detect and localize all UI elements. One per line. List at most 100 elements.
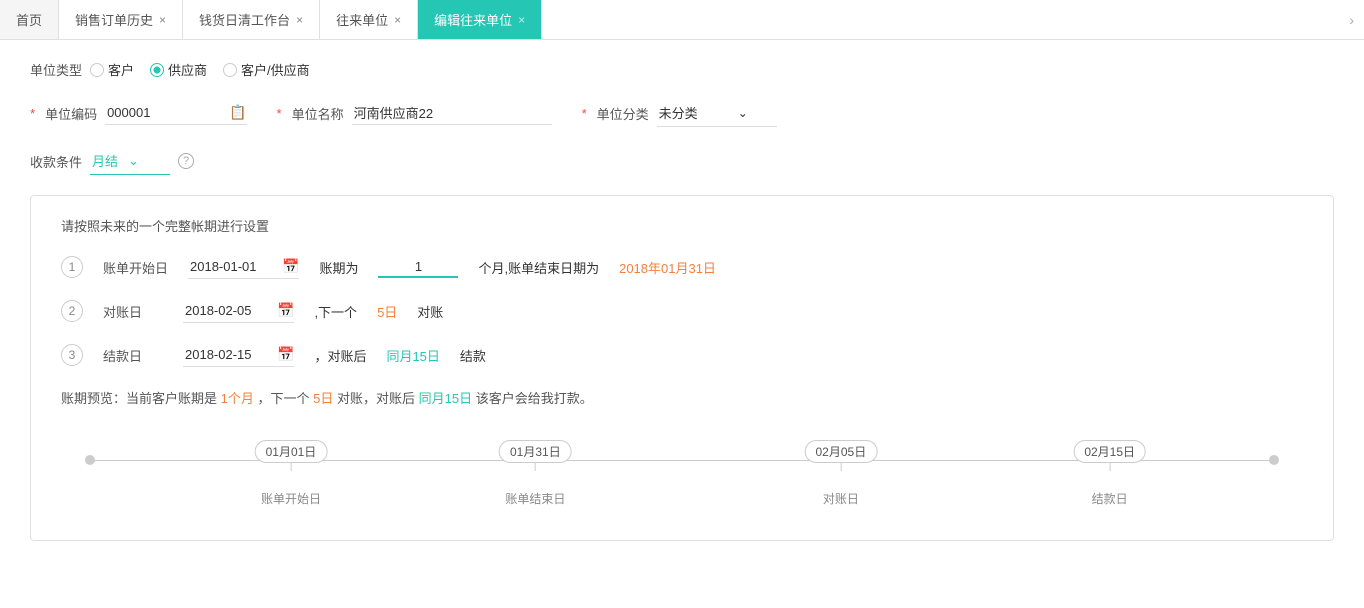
unit-code-input-wrapper: 📋 [105, 101, 246, 125]
collection-condition-chevron-icon: ⌄ [128, 153, 139, 169]
timeline-labels: 账单开始日 账单结束日 对账日 结款日 [71, 490, 1293, 510]
step1-period-prefix: 账期为 [319, 258, 358, 277]
collection-condition-field: 收款条件 月结 ⌄ ? [30, 147, 194, 175]
timeline-node-3-tick [840, 463, 841, 471]
radio-customer[interactable]: 客户 [90, 60, 134, 79]
summary-highlight3: 同月15日 [419, 391, 472, 406]
tab-partner-units[interactable]: 往来单位 × [320, 0, 418, 39]
tab-arrow-icon[interactable]: › [1339, 0, 1364, 39]
tab-home-label: 首页 [16, 10, 42, 29]
tab-partner-label: 往来单位 [336, 10, 388, 29]
unit-category-field: * 单位分类 未分类 ⌄ [582, 99, 777, 127]
tab-cash-label: 钱货日清工作台 [199, 10, 290, 29]
timeline-label-4: 结款日 [1092, 490, 1128, 507]
timeline-section: 01月01日 01月31日 02月05日 02月15日 [61, 440, 1303, 510]
settings-card: 请按照未来的一个完整帐期进行设置 1 账单开始日 📅 账期为 个月,账单结束日期… [30, 195, 1334, 541]
step2-date-input[interactable] [183, 299, 273, 322]
copy-icon[interactable]: 📋 [229, 104, 246, 121]
summary-highlight2: 5日 [313, 391, 333, 406]
tab-cash-reconciliation[interactable]: 钱货日清工作台 × [183, 0, 320, 39]
timeline-node-4-bubble: 02月15日 [1073, 440, 1146, 463]
step3-date-input[interactable] [183, 343, 273, 366]
step-label-3: 结款日 [103, 346, 163, 365]
timeline-left-dot [85, 455, 95, 465]
step2-highlight: 5日 [377, 302, 397, 321]
card-instruction: 请按照未来的一个完整帐期进行设置 [61, 216, 1303, 235]
timeline-track: 01月01日 01月31日 02月05日 02月15日 [71, 440, 1293, 490]
tab-edit-partner-label: 编辑往来单位 [434, 10, 512, 29]
collection-condition-value: 月结 [92, 151, 118, 170]
tab-bar: 首页 销售订单历史 × 钱货日清工作台 × 往来单位 × 编辑往来单位 × › [0, 0, 1364, 40]
step3-highlight: 同月15日 [386, 346, 439, 365]
timeline-node-3: 02月05日 [805, 440, 878, 471]
timeline-node-2-bubble: 01月31日 [499, 440, 572, 463]
radio-customer-circle [90, 63, 104, 77]
unit-category-select[interactable]: 未分类 ⌄ [657, 99, 777, 127]
step2-calendar-icon[interactable]: 📅 [277, 302, 294, 319]
step2-suffix-main: ,下一个 [314, 302, 357, 321]
timeline-node-3-bubble: 02月05日 [805, 440, 878, 463]
timeline-right-dot [1269, 455, 1279, 465]
step3-suffix-main: ，对账后 [314, 346, 366, 365]
unit-name-label: 单位名称 [292, 104, 344, 123]
summary-mid2: 对账，对账后 [337, 391, 415, 406]
summary-highlight1: 1个月 [221, 391, 254, 406]
unit-name-input[interactable] [352, 101, 552, 125]
summary-row: 账期预览：当前客户账期是 1个月 ，下一个 5日 对账，对账后 同月15日 该客… [61, 387, 1303, 410]
timeline-node-4: 02月15日 [1073, 440, 1146, 471]
unit-type-field: 单位类型 客户 供应商 客户/供应商 [30, 60, 310, 79]
step1-period-input[interactable] [378, 257, 458, 278]
unit-info-row: * 单位编码 📋 * 单位名称 * 单位分类 未分类 ⌄ [30, 99, 1334, 127]
step3-calendar-icon[interactable]: 📅 [277, 346, 294, 363]
radio-customer-supplier-label: 客户/供应商 [241, 60, 310, 79]
radio-customer-supplier[interactable]: 客户/供应商 [223, 60, 310, 79]
step1-date-wrapper: 📅 [188, 255, 299, 279]
tab-cash-close-icon[interactable]: × [296, 13, 303, 27]
tab-home[interactable]: 首页 [0, 0, 59, 39]
step-num-3: 3 [61, 344, 83, 366]
radio-supplier[interactable]: 供应商 [150, 60, 207, 79]
step-num-1: 1 [61, 256, 83, 278]
step1-calendar-icon[interactable]: 📅 [282, 258, 299, 275]
summary-prefix: 账期预览：当前客户账期是 [61, 391, 217, 406]
step-num-2: 2 [61, 300, 83, 322]
unit-category-required: * [582, 106, 587, 121]
radio-customer-label: 客户 [108, 60, 134, 79]
unit-code-required: * [30, 106, 35, 121]
unit-code-field: * 单位编码 📋 [30, 101, 247, 125]
unit-category-value: 未分类 [659, 103, 698, 122]
tab-sales-close-icon[interactable]: × [159, 13, 166, 27]
summary-mid1: ，下一个 [258, 391, 310, 406]
timeline-node-2: 01月31日 [499, 440, 572, 471]
unit-name-field: * 单位名称 [277, 101, 552, 125]
timeline-node-1-bubble: 01月01日 [255, 440, 328, 463]
unit-code-label: 单位编码 [45, 104, 97, 123]
step-row-2: 2 对账日 📅 ,下一个 5日 对账 [61, 299, 1303, 323]
step1-date-input[interactable] [188, 255, 278, 278]
unit-code-input[interactable] [105, 101, 225, 124]
collection-condition-select[interactable]: 月结 ⌄ [90, 147, 170, 175]
timeline-label-3: 对账日 [823, 490, 859, 507]
unit-type-row: 单位类型 客户 供应商 客户/供应商 [30, 60, 1334, 79]
radio-customer-supplier-circle [223, 63, 237, 77]
collection-condition-label: 收款条件 [30, 152, 82, 171]
tab-sales-order-history[interactable]: 销售订单历史 × [59, 0, 183, 39]
step1-period-suffix: 个月,账单结束日期为 [478, 258, 599, 277]
radio-group: 客户 供应商 客户/供应商 [90, 60, 310, 79]
step1-end-date-highlight: 2018年01月31日 [619, 258, 716, 277]
radio-supplier-circle [150, 63, 164, 77]
tab-partner-close-icon[interactable]: × [394, 13, 401, 27]
main-content: 单位类型 客户 供应商 客户/供应商 * 单位编码 [0, 40, 1364, 608]
timeline-node-1: 01月01日 [255, 440, 328, 471]
step2-date-wrapper: 📅 [183, 299, 294, 323]
unit-category-chevron-icon: ⌄ [738, 106, 748, 120]
tab-edit-partner-units[interactable]: 编辑往来单位 × [418, 0, 542, 39]
timeline-node-4-tick [1109, 463, 1110, 471]
tab-edit-partner-close-icon[interactable]: × [518, 13, 525, 27]
timeline-label-1: 账单开始日 [261, 490, 321, 507]
timeline-node-1-tick [290, 463, 291, 471]
timeline-node-2-tick [535, 463, 536, 471]
tab-sales-label: 销售订单历史 [75, 10, 153, 29]
step3-suffix-end: 结款 [460, 346, 486, 365]
help-icon[interactable]: ? [178, 153, 194, 169]
